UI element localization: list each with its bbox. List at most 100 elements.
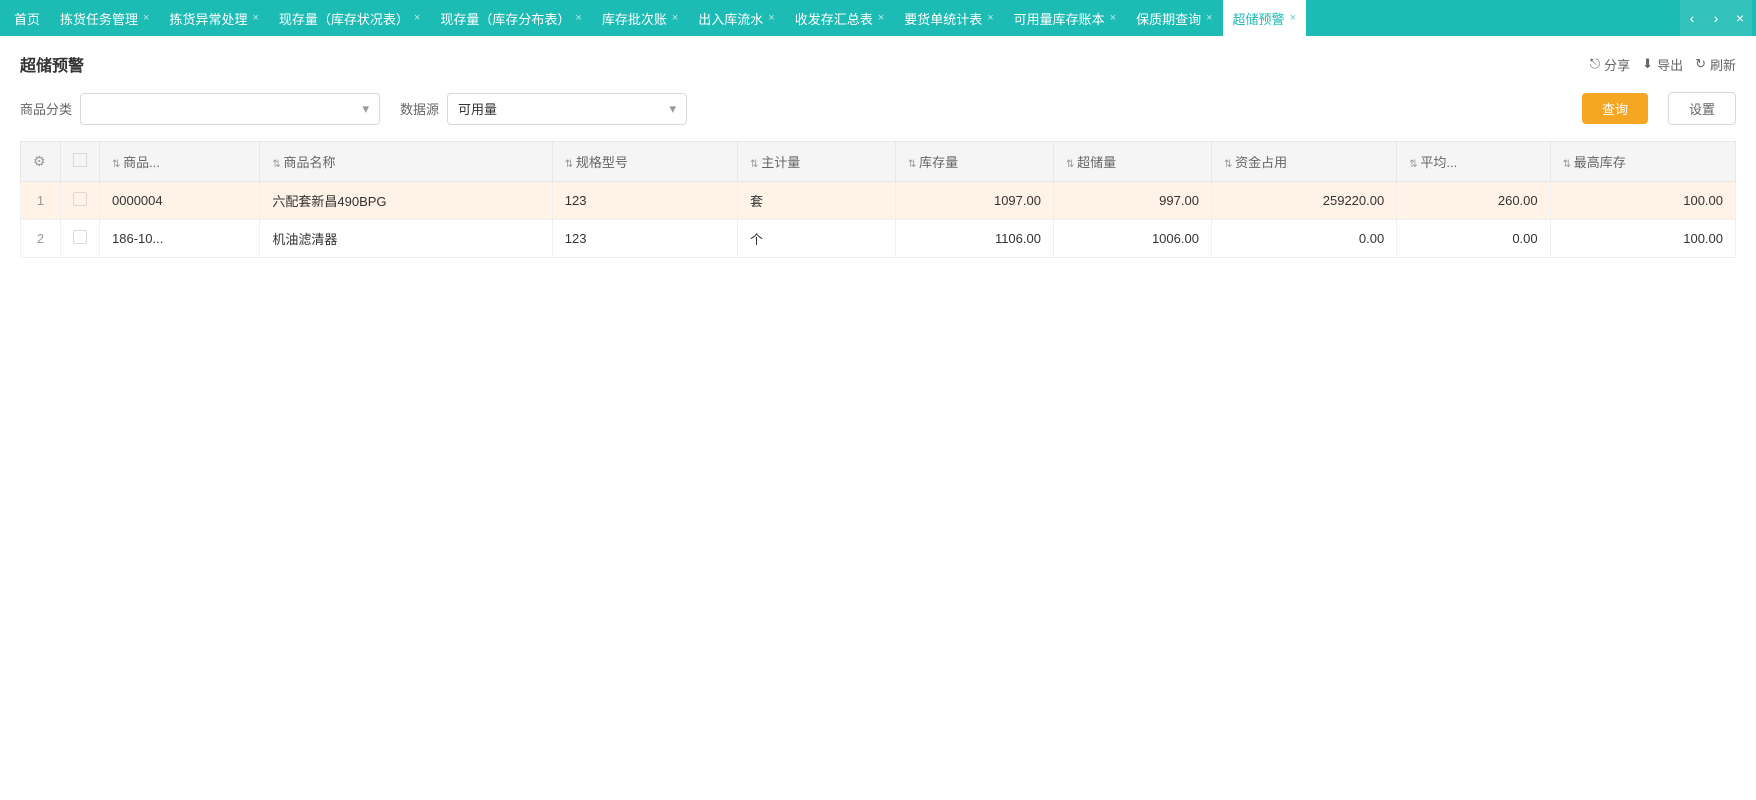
close-icon[interactable]: × [252, 12, 258, 24]
sort-icon: ⇅ [908, 159, 919, 170]
export-button[interactable]: ⬇ 导出 [1642, 55, 1683, 74]
product-name: 机油滤清器 [260, 220, 552, 258]
page-header: 超储预警 ⎋ 分享 ⬇ 导出 ↻ 刷新 [20, 52, 1736, 76]
th-capital[interactable]: ⇅ 资金占用 [1211, 142, 1396, 182]
th-stock[interactable]: ⇅ 库存量 [896, 142, 1054, 182]
product-spec: 123 [552, 220, 737, 258]
header-actions: ⎋ 分享 ⬇ 导出 ↻ 刷新 [1590, 55, 1736, 74]
nav-stock-status[interactable]: 现存量（库存状况表） × [269, 0, 430, 36]
top-navigation: 首页 拣货任务管理 × 拣货异常处理 × 现存量（库存状况表） × 现存量（库存… [0, 0, 1756, 36]
row-number: 1 [21, 182, 61, 220]
th-avg-price[interactable]: ⇅ 平均... [1397, 142, 1550, 182]
th-spec[interactable]: ⇅ 规格型号 [552, 142, 737, 182]
nav-stock-distribution[interactable]: 现存量（库存分布表） × [430, 0, 591, 36]
category-select[interactable]: ▾ [80, 93, 380, 125]
th-overstock[interactable]: ⇅ 超储量 [1053, 142, 1211, 182]
th-product-name[interactable]: ⇅ 商品名称 [260, 142, 552, 182]
sort-icon: ⇅ [272, 159, 283, 170]
refresh-icon: ↻ [1695, 56, 1706, 72]
datasource-selected-value: 可用量 [458, 99, 497, 118]
row-checkbox[interactable] [73, 192, 87, 206]
select-all-checkbox[interactable] [73, 153, 87, 167]
filter-row: 商品分类 ▾ 数据源 可用量 ▾ 查询 设置 [20, 92, 1736, 125]
close-icon[interactable]: × [768, 12, 774, 24]
sort-icon: ⇅ [1224, 159, 1235, 170]
sort-icon: ⇅ [1409, 159, 1420, 170]
table-header-row: ⚙ ⇅ 商品... ⇅ 商品名称 ⇅ 规格型号 ⇅ [21, 142, 1736, 182]
th-settings: ⚙ [21, 142, 61, 182]
row-checkbox-cell [61, 182, 100, 220]
table-row: 1 0000004 六配套新昌490BPG 123 套 1097.00 997.… [21, 182, 1736, 220]
close-icon[interactable]: × [143, 12, 149, 24]
max-stock: 100.00 [1550, 182, 1735, 220]
chevron-down-icon: ▾ [670, 101, 677, 117]
th-max-stock[interactable]: ⇅ 最高库存 [1550, 142, 1735, 182]
page-title: 超储预警 [20, 52, 84, 76]
page-content: 超储预警 ⎋ 分享 ⬇ 导出 ↻ 刷新 商品分类 ▾ 数据源 [0, 36, 1756, 800]
close-icon[interactable]: × [414, 12, 420, 24]
nav-available-stock[interactable]: 可用量库存账本 × [1004, 0, 1126, 36]
nav-inout-flow[interactable]: 出入库流水 × [688, 0, 784, 36]
close-icon[interactable]: × [878, 12, 884, 24]
row-checkbox-cell [61, 220, 100, 258]
nav-next-button[interactable]: › [1704, 0, 1728, 36]
nav-close-all-button[interactable]: × [1728, 0, 1752, 36]
capital-occupied: 259220.00 [1211, 182, 1396, 220]
avg-price: 260.00 [1397, 182, 1550, 220]
nav-prev-button[interactable]: ‹ [1680, 0, 1704, 36]
nav-home[interactable]: 首页 [4, 0, 50, 36]
datasource-filter-group: 数据源 可用量 ▾ [400, 93, 687, 125]
datasource-label: 数据源 [400, 99, 439, 118]
max-stock: 100.00 [1550, 220, 1735, 258]
product-code: 186-10... [100, 220, 260, 258]
product-spec: 123 [552, 182, 737, 220]
refresh-button[interactable]: ↻ 刷新 [1695, 55, 1736, 74]
close-icon[interactable]: × [1110, 12, 1116, 24]
product-unit: 个 [738, 220, 896, 258]
settings-button[interactable]: 设置 [1668, 92, 1736, 125]
share-icon: ⎋ [1590, 56, 1600, 72]
chevron-down-icon: ▾ [362, 101, 369, 117]
product-code: 0000004 [100, 182, 260, 220]
nav-arrows: ‹ › × [1680, 0, 1752, 36]
avg-price: 0.00 [1397, 220, 1550, 258]
th-checkbox [61, 142, 100, 182]
gear-icon[interactable]: ⚙ [33, 153, 46, 169]
table-row: 2 186-10... 机油滤清器 123 个 1106.00 1006.00 … [21, 220, 1736, 258]
sort-icon: ⇅ [112, 159, 123, 170]
row-checkbox[interactable] [73, 230, 87, 244]
nav-order-stats[interactable]: 要货单统计表 × [894, 0, 1003, 36]
nav-exception-handling[interactable]: 拣货异常处理 × [159, 0, 268, 36]
data-table: ⚙ ⇅ 商品... ⇅ 商品名称 ⇅ 规格型号 ⇅ [20, 141, 1736, 258]
capital-occupied: 0.00 [1211, 220, 1396, 258]
share-button[interactable]: ⎋ 分享 [1590, 55, 1630, 74]
close-icon[interactable]: × [1290, 12, 1296, 24]
nav-summary-table[interactable]: 收发存汇总表 × [785, 0, 894, 36]
export-icon: ⬇ [1642, 56, 1653, 72]
nav-overstock-warning[interactable]: 超储预警 × [1223, 0, 1306, 36]
category-filter-group: 商品分类 ▾ [20, 93, 380, 125]
close-icon[interactable]: × [575, 12, 581, 24]
close-icon[interactable]: × [672, 12, 678, 24]
close-icon[interactable]: × [987, 12, 993, 24]
close-icon[interactable]: × [1206, 12, 1212, 24]
datasource-select[interactable]: 可用量 ▾ [447, 93, 687, 125]
overstock-qty: 997.00 [1053, 182, 1211, 220]
th-product-code[interactable]: ⇅ 商品... [100, 142, 260, 182]
sort-icon: ⇅ [565, 159, 576, 170]
row-number: 2 [21, 220, 61, 258]
nav-task-management[interactable]: 拣货任务管理 × [50, 0, 159, 36]
stock-qty: 1106.00 [896, 220, 1054, 258]
stock-qty: 1097.00 [896, 182, 1054, 220]
sort-icon: ⇅ [750, 159, 761, 170]
sort-icon: ⇅ [1563, 159, 1574, 170]
nav-batch-account[interactable]: 库存批次账 × [592, 0, 688, 36]
table-body: 1 0000004 六配套新昌490BPG 123 套 1097.00 997.… [21, 182, 1736, 258]
query-button[interactable]: 查询 [1582, 93, 1648, 124]
category-label: 商品分类 [20, 99, 72, 118]
th-unit[interactable]: ⇅ 主计量 [738, 142, 896, 182]
product-unit: 套 [738, 182, 896, 220]
sort-icon: ⇅ [1066, 159, 1077, 170]
nav-quality-query[interactable]: 保质期查询 × [1126, 0, 1222, 36]
product-name: 六配套新昌490BPG [260, 182, 552, 220]
